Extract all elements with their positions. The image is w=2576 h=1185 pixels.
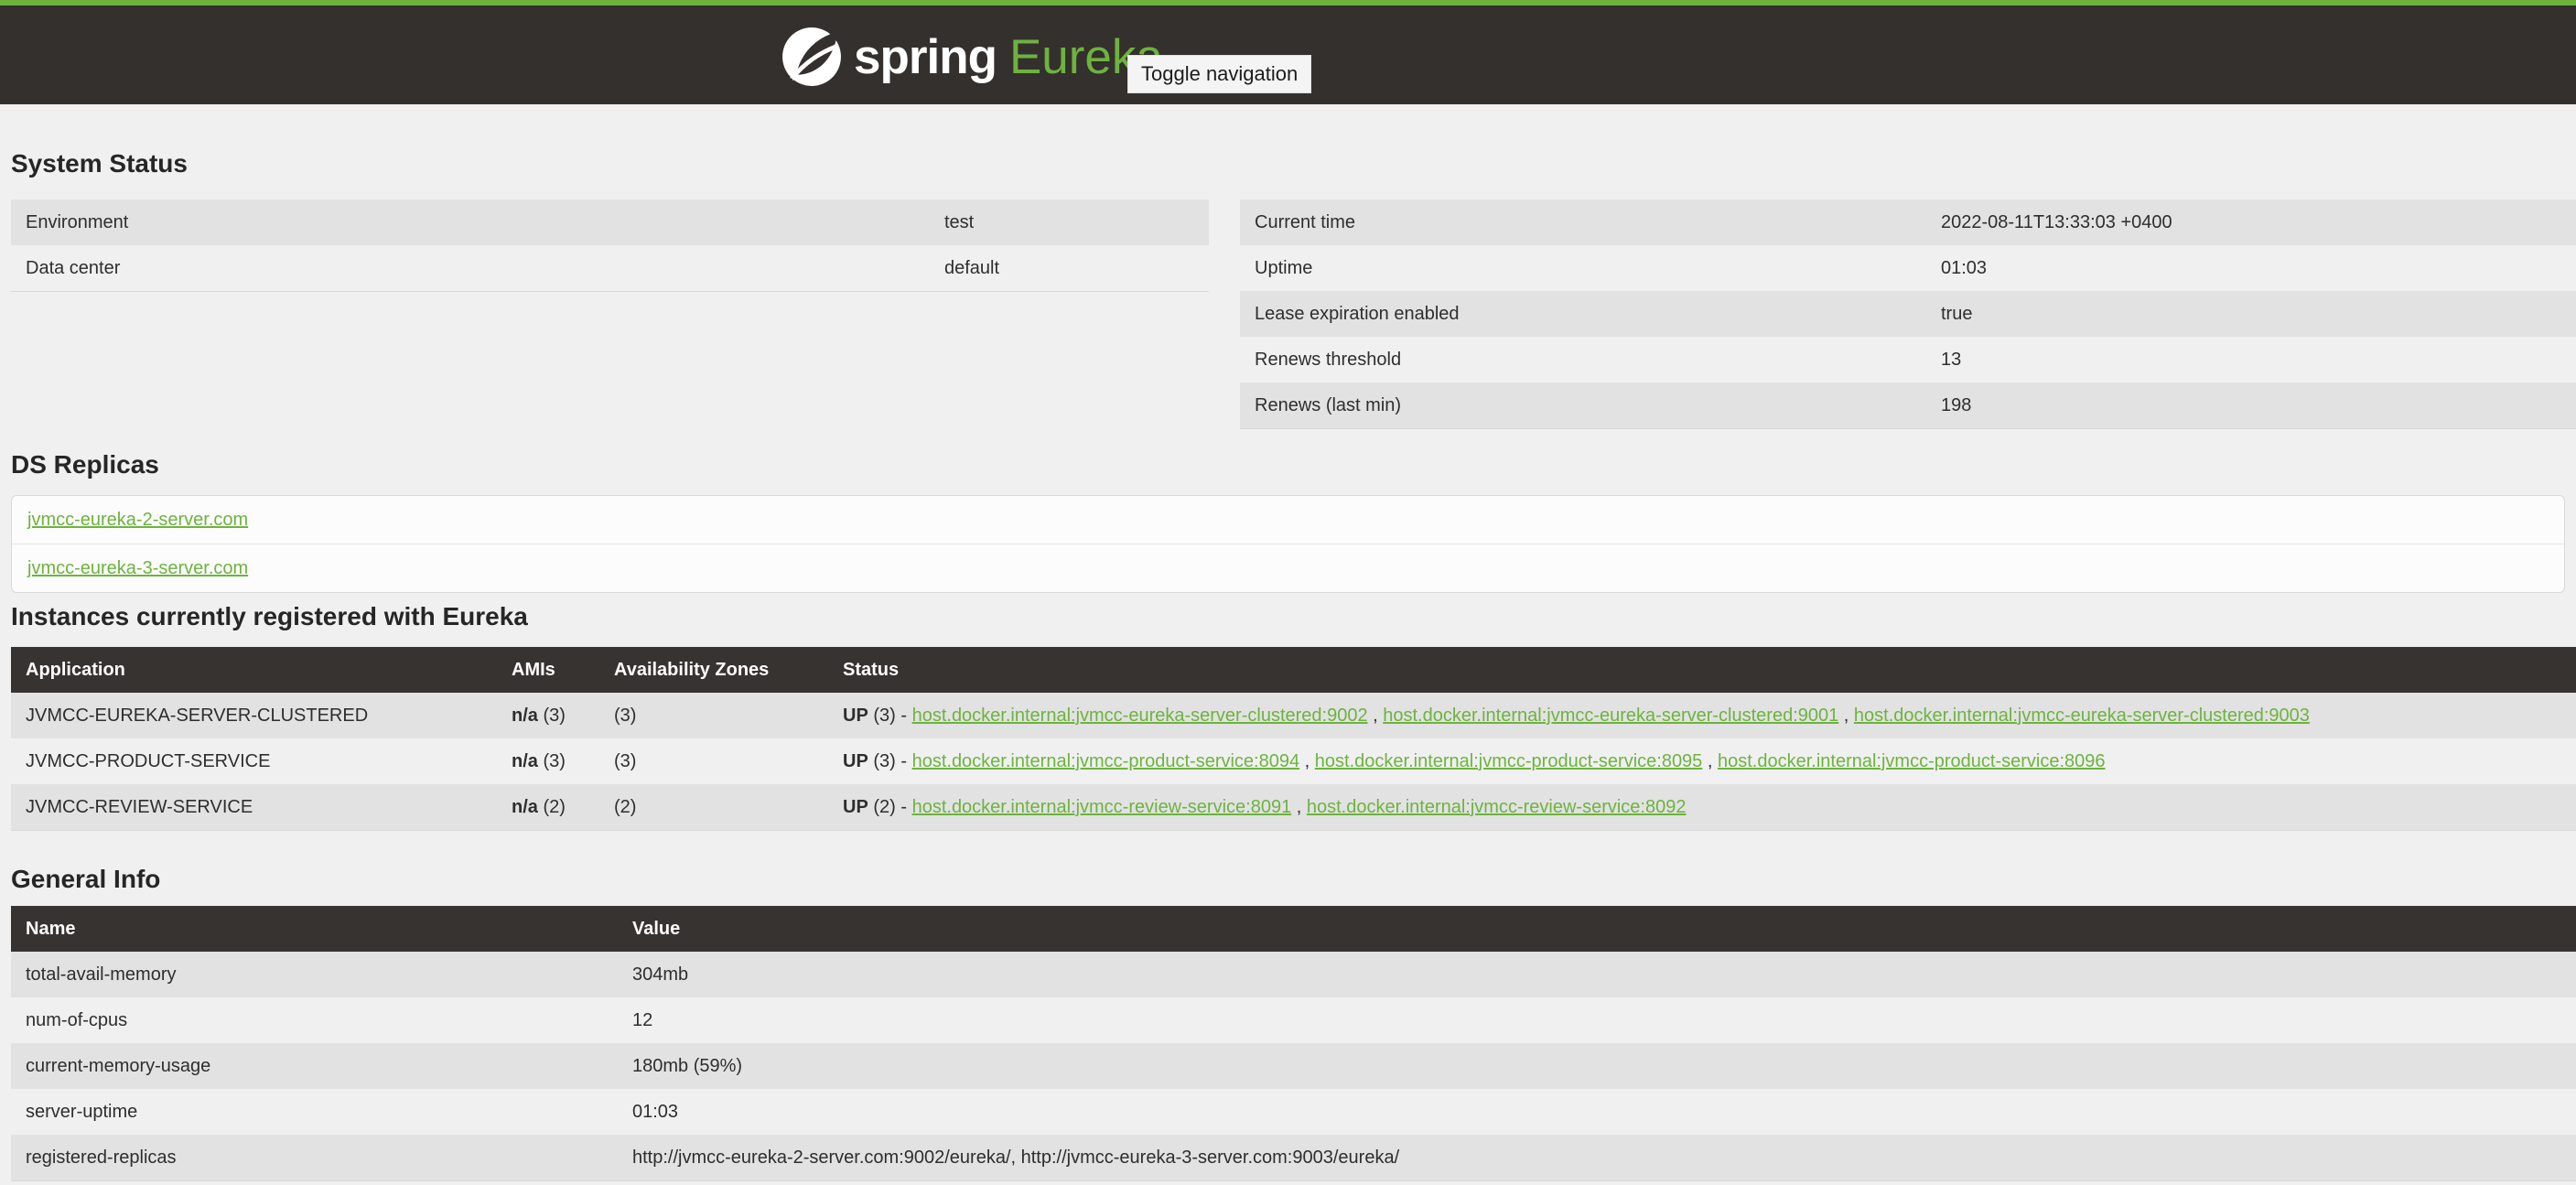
name-cell: current-memory-usage xyxy=(11,1043,618,1089)
general-info-row: registered-replicashttp://jvmcc-eureka-2… xyxy=(11,1135,2576,1181)
ds-replicas-title: DS Replicas xyxy=(11,449,2576,480)
system-status-tables: EnvironmenttestData centerdefault Curren… xyxy=(11,199,2576,429)
row-label: Data center xyxy=(11,245,930,292)
name-cell: registered-replicas xyxy=(11,1135,618,1181)
table-row: Renews (last min)198 xyxy=(1240,382,2576,429)
value-cell: 01:03 xyxy=(618,1089,2576,1135)
table-row: Renews threshold13 xyxy=(1240,337,2576,382)
row-label: Uptime xyxy=(1240,245,1926,291)
instance-link[interactable]: host.docker.internal:jvmcc-product-servi… xyxy=(912,751,1300,771)
instance-link[interactable]: host.docker.internal:jvmcc-product-servi… xyxy=(1315,751,1703,771)
table-row: Data centerdefault xyxy=(11,245,1209,292)
general-info-title: General Info xyxy=(11,864,2576,895)
ds-replica-link[interactable]: jvmcc-eureka-2-server.com xyxy=(27,510,248,530)
value-cell: 180mb (59%) xyxy=(618,1043,2576,1089)
spring-leaf-icon xyxy=(781,26,843,88)
toggle-navigation-button[interactable]: Toggle navigation xyxy=(1127,55,1311,93)
value-cell: 12 xyxy=(618,997,2576,1043)
ds-replicas-panel: jvmcc-eureka-2-server.com jvmcc-eureka-3-… xyxy=(11,495,2565,593)
availability-zones-cell: (2) xyxy=(599,784,828,831)
application-cell: JVMCC-REVIEW-SERVICE xyxy=(11,784,497,831)
instances-header-row: Application AMIs Availability Zones Stat… xyxy=(11,647,2576,693)
general-info-row: current-memory-usage180mb (59%) xyxy=(11,1043,2576,1089)
status-cell: UP (3) - host.docker.internal:jvmcc-eure… xyxy=(828,693,2576,738)
general-info-row: num-of-cpus12 xyxy=(11,997,2576,1043)
brand-spring-text: spring xyxy=(854,29,997,85)
brand: spring Eureka xyxy=(781,18,1163,95)
value-cell: http://jvmcc-eureka-2-server.com:9002/eu… xyxy=(618,1135,2576,1181)
general-info-table: Name Value total-avail-memory304mbnum-of… xyxy=(11,906,2576,1181)
table-row: Uptime01:03 xyxy=(1240,245,2576,291)
row-value: default xyxy=(930,245,1209,292)
instance-link[interactable]: host.docker.internal:jvmcc-product-servi… xyxy=(1718,751,2106,771)
status-cell: UP (3) - host.docker.internal:jvmcc-prod… xyxy=(828,738,2576,784)
system-status-left-table: EnvironmenttestData centerdefault xyxy=(11,199,1209,292)
row-label: Lease expiration enabled xyxy=(1240,291,1926,337)
instance-row: JVMCC-REVIEW-SERVICEn/a (2)(2)UP (2) - h… xyxy=(11,784,2576,831)
column-header-availability-zones: Availability Zones xyxy=(599,647,828,693)
instances-title: Instances currently registered with Eure… xyxy=(11,601,2576,632)
ds-replica-item: jvmcc-eureka-2-server.com xyxy=(12,496,2564,544)
system-status-title: System Status xyxy=(11,148,2576,179)
row-value: test xyxy=(930,199,1209,245)
instance-row: JVMCC-PRODUCT-SERVICEn/a (3)(3)UP (3) - … xyxy=(11,738,2576,784)
column-header-status: Status xyxy=(828,647,2576,693)
name-cell: server-uptime xyxy=(11,1089,618,1135)
table-row: Current time2022-08-11T13:33:03 +0400 xyxy=(1240,199,2576,245)
general-info-header-row: Name Value xyxy=(11,906,2576,952)
row-label: Renews threshold xyxy=(1240,337,1926,382)
main-content: System Status EnvironmenttestData center… xyxy=(0,148,2576,1181)
instance-link[interactable]: host.docker.internal:jvmcc-eureka-server… xyxy=(1383,706,1838,726)
row-value: 198 xyxy=(1926,382,2576,429)
row-value: 2022-08-11T13:33:03 +0400 xyxy=(1926,199,2576,245)
navbar: spring Eureka Toggle navigation xyxy=(0,0,2576,104)
status-cell: UP (2) - host.docker.internal:jvmcc-revi… xyxy=(828,784,2576,831)
instance-link[interactable]: host.docker.internal:jvmcc-review-servic… xyxy=(1307,797,1687,817)
amis-cell: n/a (2) xyxy=(497,784,599,831)
system-status-right-table: Current time2022-08-11T13:33:03 +0400Upt… xyxy=(1240,199,2576,429)
row-value: true xyxy=(1926,291,2576,337)
instance-link[interactable]: host.docker.internal:jvmcc-eureka-server… xyxy=(1854,706,2310,726)
row-label: Current time xyxy=(1240,199,1926,245)
value-cell: 304mb xyxy=(618,952,2576,997)
column-header-application: Application xyxy=(11,647,497,693)
amis-cell: n/a (3) xyxy=(497,738,599,784)
ds-replica-link[interactable]: jvmcc-eureka-3-server.com xyxy=(27,558,248,578)
instance-link[interactable]: host.docker.internal:jvmcc-review-servic… xyxy=(912,797,1292,817)
instances-table: Application AMIs Availability Zones Stat… xyxy=(11,647,2576,831)
ds-replica-item: jvmcc-eureka-3-server.com xyxy=(12,544,2564,592)
name-cell: total-avail-memory xyxy=(11,952,618,997)
row-value: 13 xyxy=(1926,337,2576,382)
application-cell: JVMCC-PRODUCT-SERVICE xyxy=(11,738,497,784)
instance-link[interactable]: host.docker.internal:jvmcc-eureka-server… xyxy=(912,706,1368,726)
row-value: 01:03 xyxy=(1926,245,2576,291)
instance-row: JVMCC-EUREKA-SERVER-CLUSTEREDn/a (3)(3)U… xyxy=(11,693,2576,738)
availability-zones-cell: (3) xyxy=(599,738,828,784)
row-label: Environment xyxy=(11,199,930,245)
application-cell: JVMCC-EUREKA-SERVER-CLUSTERED xyxy=(11,693,497,738)
amis-cell: n/a (3) xyxy=(497,693,599,738)
column-header-amis: AMIs xyxy=(497,647,599,693)
general-info-row: server-uptime01:03 xyxy=(11,1089,2576,1135)
column-header-name: Name xyxy=(11,906,618,952)
table-row: Lease expiration enabledtrue xyxy=(1240,291,2576,337)
availability-zones-cell: (3) xyxy=(599,693,828,738)
table-row: Environmenttest xyxy=(11,199,1209,245)
row-label: Renews (last min) xyxy=(1240,382,1926,429)
column-header-value: Value xyxy=(618,906,2576,952)
general-info-row: total-avail-memory304mb xyxy=(11,952,2576,997)
name-cell: num-of-cpus xyxy=(11,997,618,1043)
